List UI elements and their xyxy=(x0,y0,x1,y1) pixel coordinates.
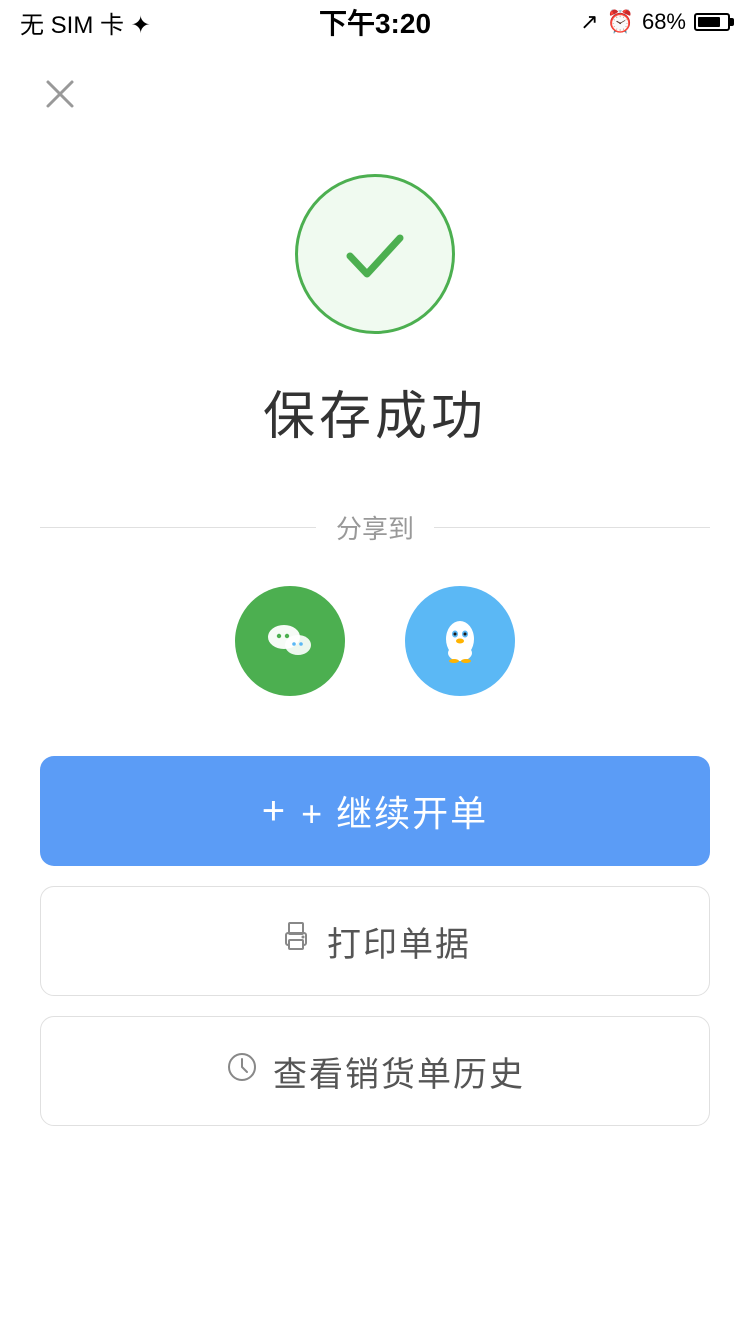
qq-share-button[interactable] xyxy=(405,586,515,696)
alarm-icon: ⏰ xyxy=(607,9,634,35)
success-icon xyxy=(295,174,455,334)
battery-percent: 68% xyxy=(642,9,686,35)
wechat-share-button[interactable] xyxy=(235,586,345,696)
status-time: 下午3:20 xyxy=(319,2,431,42)
close-button[interactable] xyxy=(30,64,90,124)
print-label: 打印单据 xyxy=(327,917,471,966)
print-button[interactable]: 打印单据 xyxy=(40,886,710,996)
share-divider: 分享到 xyxy=(40,509,710,546)
action-buttons: + + 继续开单 打印单据 查看销货单历史 xyxy=(40,756,710,1126)
status-left: 无 SIM 卡 ✦ xyxy=(20,5,151,40)
history-icon xyxy=(225,1050,259,1093)
status-bar: 无 SIM 卡 ✦ 下午3:20 ↗ ⏰ 68% xyxy=(0,0,750,44)
main-content: 保存成功 分享到 xyxy=(0,144,750,1334)
continue-label: + 继续开单 xyxy=(301,785,488,837)
history-label: 查看销货单历史 xyxy=(273,1047,525,1096)
success-title: 保存成功 xyxy=(263,374,487,449)
status-right: ↗ ⏰ 68% xyxy=(580,9,730,35)
battery-icon xyxy=(694,13,730,31)
history-button[interactable]: 查看销货单历史 xyxy=(40,1016,710,1126)
share-icons xyxy=(235,586,515,696)
print-icon xyxy=(279,920,313,963)
plus-icon: + xyxy=(262,789,287,834)
share-label: 分享到 xyxy=(336,509,414,546)
location-icon: ↗ xyxy=(580,9,598,35)
continue-button[interactable]: + + 继续开单 xyxy=(40,756,710,866)
sim-status: 无 SIM 卡 ✦ xyxy=(20,5,151,40)
